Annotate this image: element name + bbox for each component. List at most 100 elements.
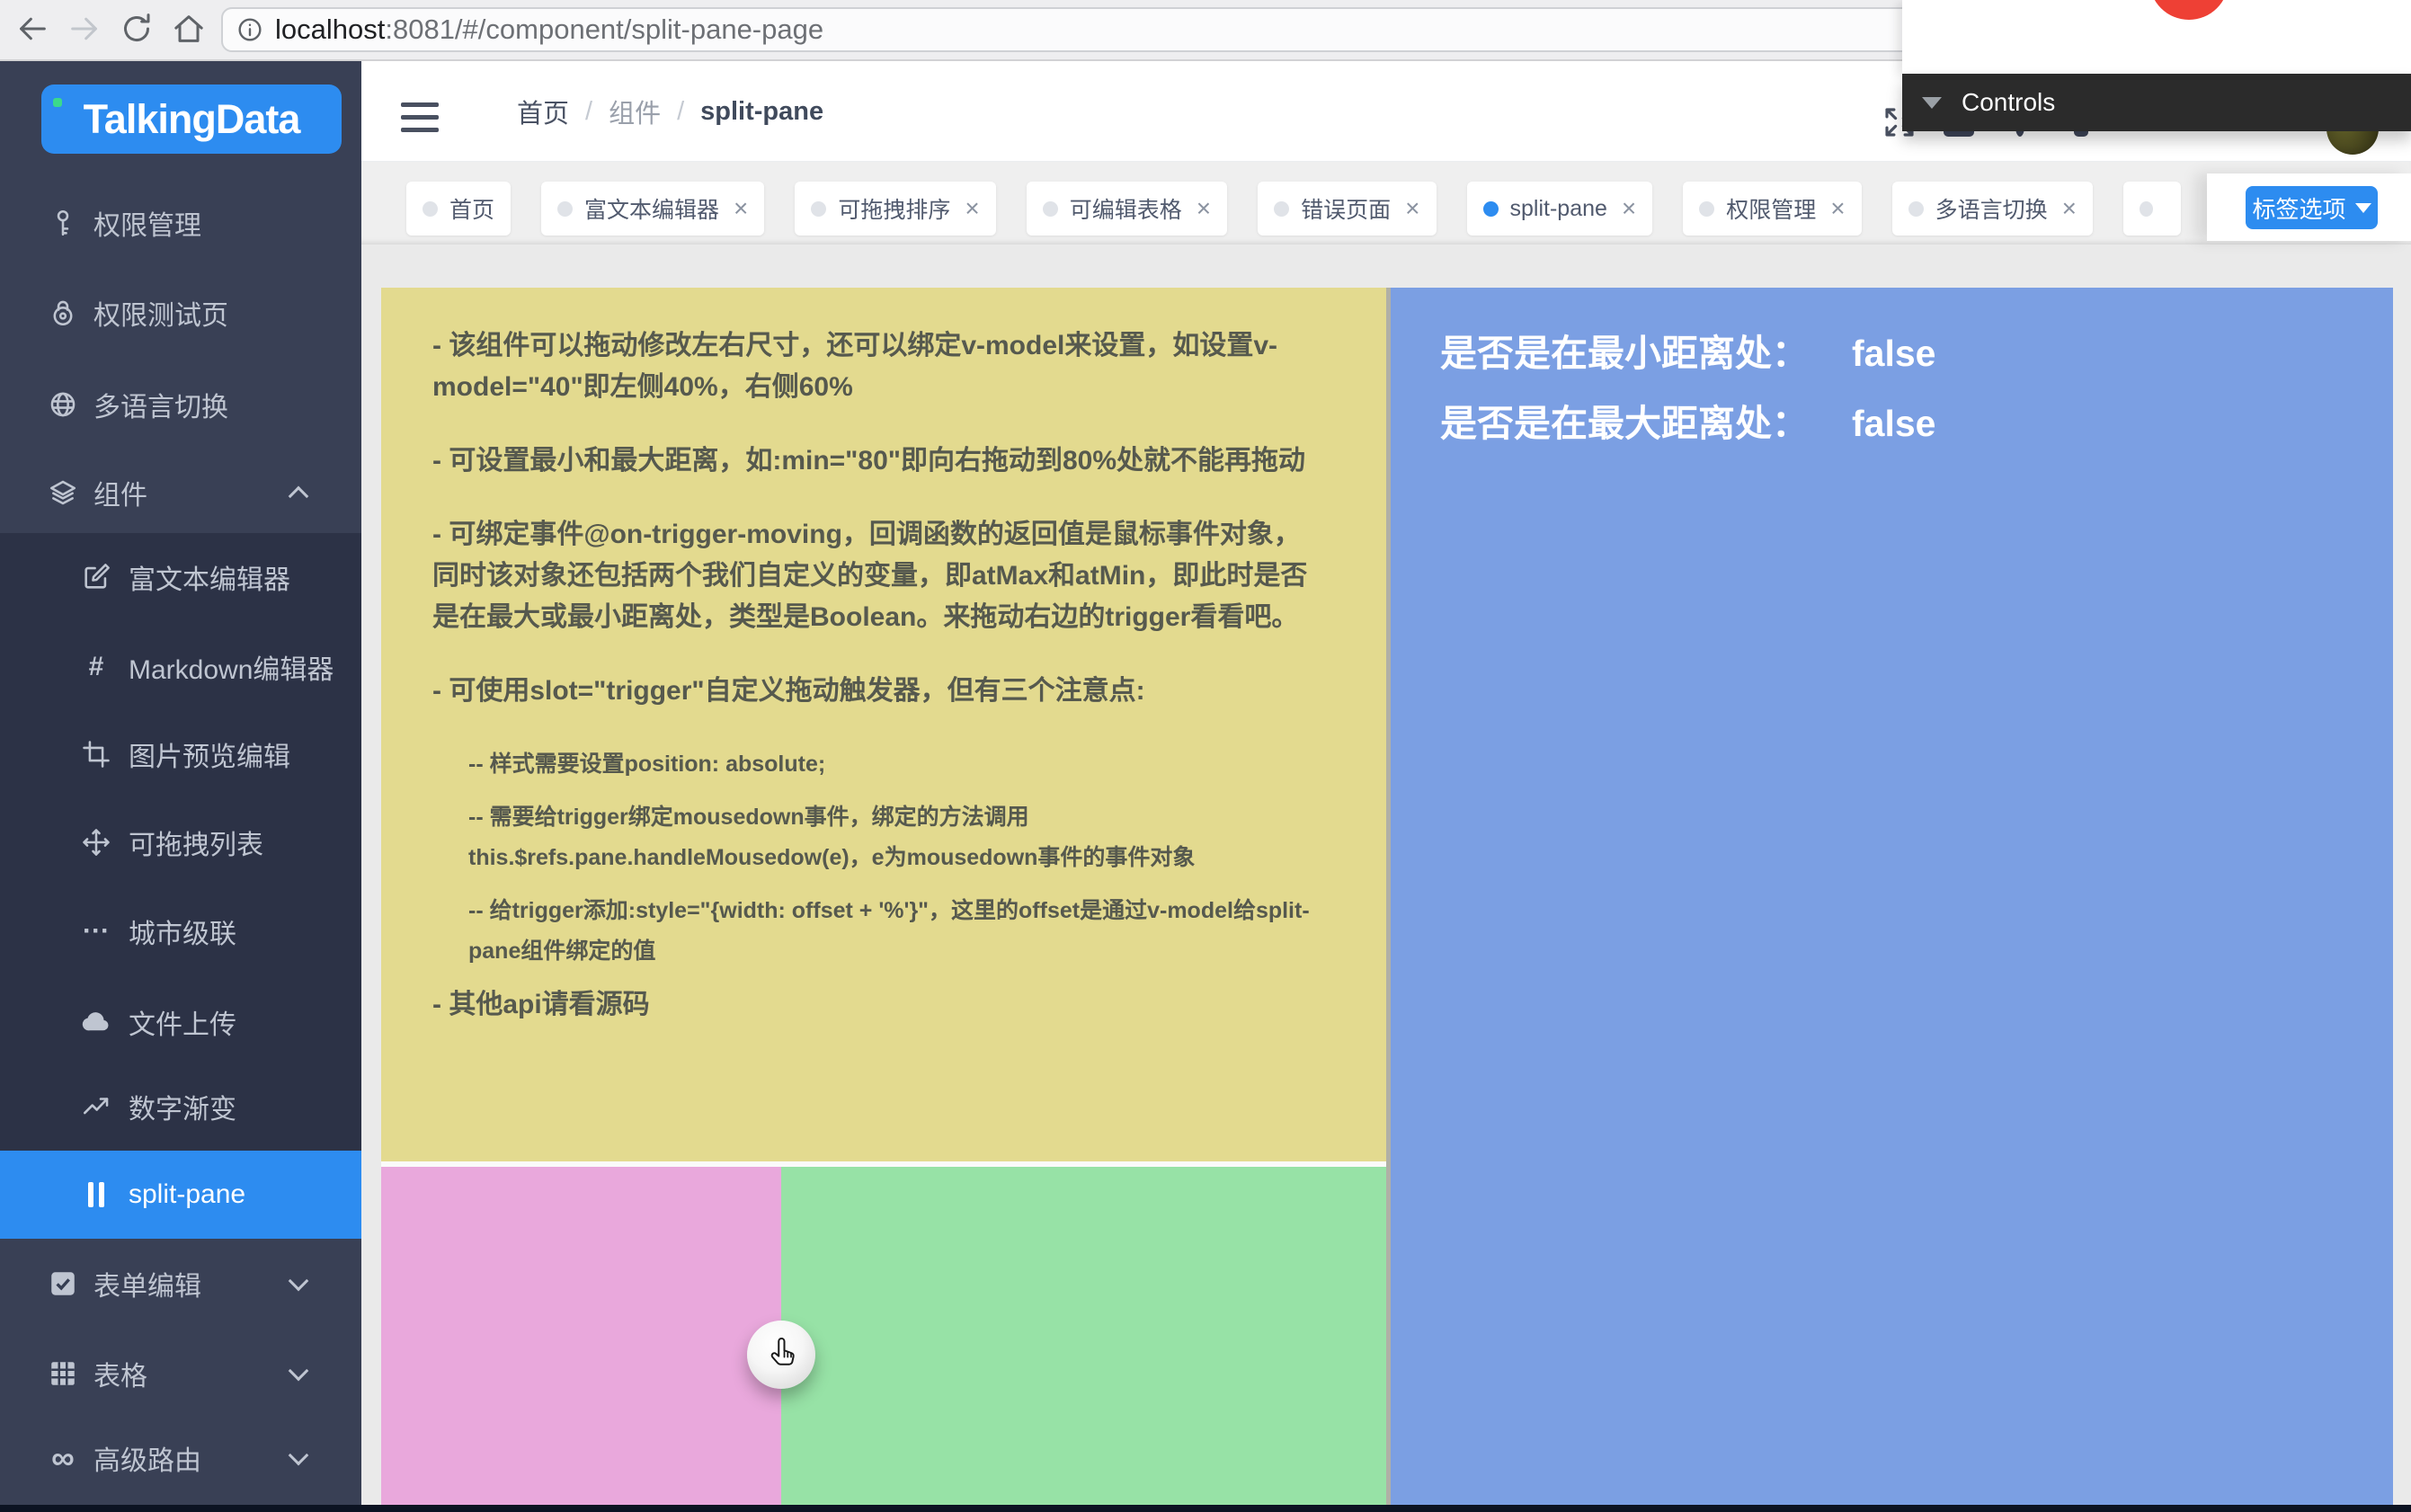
key-icon [47, 207, 79, 239]
status-value: false [1852, 333, 1936, 374]
tab-rich-text-editor[interactable]: 富文本编辑器 × [541, 182, 765, 236]
tab-editable-table[interactable]: 可编辑表格 × [1026, 182, 1228, 236]
sidebar-item-label: 图片预览编辑 [129, 743, 290, 772]
status-label: 是否是在最小距离处： [1440, 333, 1809, 374]
tag-options-button[interactable]: 标签选项 [2246, 186, 2378, 229]
sidebar-item-tables[interactable]: 表格 [0, 1331, 361, 1416]
sidebar-item-language-switch[interactable]: 多语言切换 [0, 362, 361, 447]
status-label: 是否是在最大距离处： [1440, 403, 1809, 444]
pane-bottom-right [781, 1167, 1386, 1512]
sidebar-item-label: 高级路由 [93, 1446, 201, 1476]
tab-list: 首页 富文本编辑器 × 可拖拽排序 × 可编辑表格 × 错误页面 × split… [406, 182, 2182, 236]
sidebar: TalkingData 权限管理 权限测试页 多语言切换 组件 富文本编辑器 #… [0, 61, 361, 1512]
doc-paragraph: - 可使用slot="trigger"自定义拖动触发器，但有三个注意点: [432, 676, 1145, 706]
tag-options-label: 标签选项 [2252, 195, 2346, 223]
tab-dot-icon [557, 200, 574, 217]
trigger-status: 是否是在最小距离处： false 是否是在最大距离处： false [1440, 318, 1935, 458]
tab-draggable-sort[interactable]: 可拖拽排序 × [795, 182, 996, 236]
globe-icon [47, 388, 79, 421]
close-icon[interactable]: × [2062, 196, 2077, 221]
controls-bar[interactable]: Controls [1902, 74, 2411, 131]
tab-dot-icon [1699, 200, 1715, 217]
lock-icon [47, 297, 79, 329]
sidebar-item-label: 富文本编辑器 [129, 565, 290, 595]
tab-dot-icon [1482, 200, 1499, 217]
hand-cursor-icon [770, 1338, 795, 1365]
close-icon[interactable]: × [1405, 196, 1419, 221]
tag-options-panel: 标签选项 [2207, 173, 2411, 241]
sidebar-item-label: 表格 [93, 1362, 147, 1392]
sidebar-item-file-upload[interactable]: 文件上传 [0, 980, 361, 1064]
controls-caret-icon[interactable] [1922, 96, 1942, 109]
sidebar-item-draggable-list[interactable]: 可拖拽列表 [0, 800, 361, 885]
sidebar-item-permission-management[interactable]: 权限管理 [0, 181, 361, 265]
hamburger-icon[interactable] [401, 102, 439, 137]
app-logo[interactable]: TalkingData [41, 84, 342, 154]
doc-paragraph: - 其他api请看源码 [432, 990, 650, 1019]
sidebar-item-label: Markdown编辑器 [129, 655, 334, 685]
sidebar-item-label: 组件 [93, 481, 147, 511]
sidebar-item-form-edit[interactable]: 表单编辑 [0, 1241, 361, 1326]
tab-error-page[interactable]: 错误页面 × [1258, 182, 1437, 236]
chevron-down-icon [288, 1270, 309, 1292]
pane-top-left: - 该组件可以拖动修改左右尺寸，还可以绑定v-model来设置，如设置v-mod… [381, 288, 1386, 1161]
sidebar-item-rich-text-editor[interactable]: 富文本编辑器 [0, 535, 361, 619]
reload-icon[interactable] [119, 11, 158, 50]
tag-options-caret-icon [2354, 202, 2371, 213]
home-icon[interactable] [171, 11, 210, 50]
sidebar-item-markdown-editor[interactable]: # Markdown编辑器 [0, 625, 361, 709]
back-icon[interactable] [14, 11, 54, 50]
sidebar-item-split-pane[interactable]: split-pane [0, 1151, 361, 1239]
pane-right: 是否是在最小距离处： false 是否是在最大距离处： false [1391, 288, 2393, 1512]
grid-icon [47, 1357, 79, 1390]
doc-sub-paragraph: -- 样式需要设置position: absolute; [468, 752, 826, 777]
ellipsis-icon: ··· [83, 916, 110, 946]
tab-language-switch[interactable]: 多语言切换 × [1891, 182, 2094, 236]
layers-icon [47, 476, 79, 509]
sidebar-item-permission-test[interactable]: 权限测试页 [0, 271, 361, 355]
tab-partial[interactable] [2123, 182, 2182, 236]
crop-icon [80, 738, 112, 770]
controls-label: Controls [1962, 88, 2056, 116]
record-dot-icon [2149, 0, 2229, 20]
split-pane-doc: - 该组件可以拖动修改左右尺寸，还可以绑定v-model来设置，如设置v-mod… [432, 325, 1322, 1058]
close-icon[interactable]: × [1622, 196, 1636, 221]
breadcrumb-separator: / [585, 96, 593, 126]
screen: localhost:8081/#/component/split-pane-pa… [0, 0, 2411, 1512]
bottom-edge-strip [0, 1505, 2411, 1512]
tab-dot-icon [2140, 200, 2154, 217]
tag-nav-bar: 首页 富文本编辑器 × 可拖拽排序 × 可编辑表格 × 错误页面 × split… [361, 162, 2411, 245]
infinity-icon: ∞ [51, 1439, 75, 1476]
tab-dot-icon [1908, 200, 1924, 217]
page-info-icon[interactable] [236, 15, 264, 44]
cloud-upload-icon [80, 1006, 112, 1038]
close-icon[interactable]: × [1830, 196, 1845, 221]
sidebar-item-city-cascade[interactable]: ··· 城市级联 [0, 889, 361, 974]
tab-home[interactable]: 首页 [406, 182, 512, 236]
tab-split-pane[interactable]: split-pane × [1466, 182, 1653, 236]
doc-paragraph: - 该组件可以拖动修改左右尺寸，还可以绑定v-model来设置，如设置v-mod… [432, 331, 1278, 402]
doc-paragraph: - 可绑定事件@on-trigger-moving，回调函数的返回值是鼠标事件对… [432, 520, 1308, 632]
close-icon[interactable]: × [1197, 196, 1211, 221]
custom-drag-trigger-ball[interactable] [747, 1321, 815, 1389]
content-area: - 该组件可以拖动修改左右尺寸，还可以绑定v-model来设置，如设置v-mod… [361, 245, 2411, 1512]
pane-bottom-left [381, 1167, 781, 1512]
sidebar-item-label: 权限测试页 [93, 301, 228, 331]
close-icon[interactable]: × [734, 196, 748, 221]
sidebar-item-advanced-routing[interactable]: ∞ 高级路由 [0, 1416, 361, 1500]
logo-status-dot [53, 98, 62, 107]
url-text: localhost:8081/#/component/split-pane-pa… [275, 13, 823, 46]
forward-icon [67, 11, 106, 50]
sidebar-item-components[interactable]: 组件 [0, 450, 361, 535]
trending-icon [80, 1090, 112, 1123]
sidebar-item-number-gradient[interactable]: 数字渐变 [0, 1064, 361, 1149]
sidebar-item-image-preview-edit[interactable]: 图片预览编辑 [0, 712, 361, 796]
breadcrumb-separator: / [677, 96, 685, 126]
breadcrumb-home[interactable]: 首页 [517, 93, 569, 130]
close-icon[interactable]: × [965, 196, 979, 221]
controls-overlay-panel [1902, 0, 2411, 74]
chevron-down-icon [288, 1360, 309, 1382]
breadcrumb-components[interactable]: 组件 [609, 93, 661, 130]
tab-permission-management[interactable]: 权限管理 × [1683, 182, 1862, 236]
chevron-down-icon [288, 1445, 309, 1466]
